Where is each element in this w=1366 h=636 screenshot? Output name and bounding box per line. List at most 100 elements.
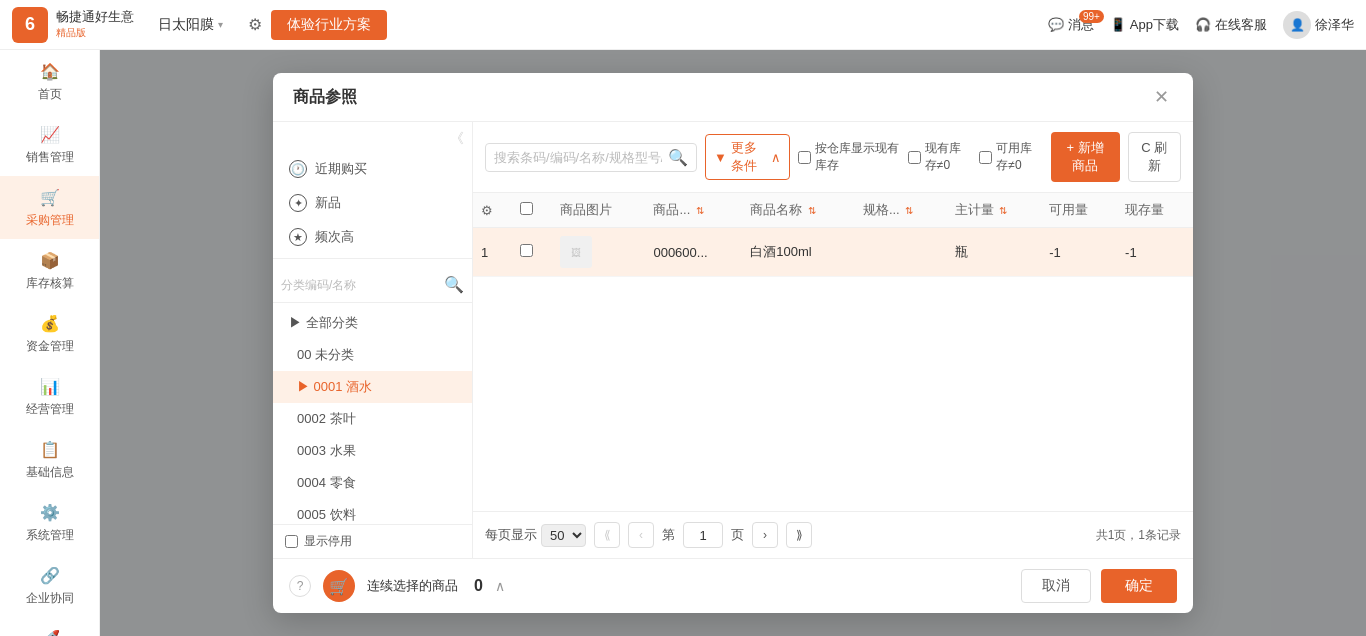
collab-icon: 🔗 <box>39 564 61 586</box>
collapse-arrow-icon[interactable]: ∧ <box>495 578 505 594</box>
close-button[interactable]: ✕ <box>1149 85 1173 109</box>
sidebar-label-collab: 企业协同 <box>26 590 74 607</box>
sidebar-item-collab[interactable]: 🔗 企业协同 <box>0 554 99 617</box>
left-nav-frequent[interactable]: ★ 频次高 <box>273 220 472 254</box>
sidebar-label-inventory: 库存核算 <box>26 275 74 292</box>
sidebar-item-inventory[interactable]: 📦 库存核算 <box>0 239 99 302</box>
modal-left-panel: 《 🕐 近期购买 ✦ 新品 ★ <box>273 122 473 558</box>
sidebar-item-operations[interactable]: 📊 经营管理 <box>0 365 99 428</box>
sort-unit-icon[interactable]: ⇅ <box>999 205 1007 216</box>
sidebar-item-finance[interactable]: 💰 资金管理 <box>0 302 99 365</box>
sidebar-label-purchase: 采购管理 <box>26 212 74 229</box>
help-button[interactable]: ? <box>289 575 311 597</box>
table-row[interactable]: 1 🖼 000600... <box>473 228 1193 277</box>
basics-icon: 📋 <box>39 438 61 460</box>
col-spec-label: 规格... <box>863 202 900 217</box>
modal-pagination: 每页显示 50 ⟪ ‹ 第 页 › ⟫ <box>473 511 1193 558</box>
headset-icon: 🎧 <box>1195 17 1211 32</box>
refresh-button[interactable]: C 刷新 <box>1128 132 1182 182</box>
left-nav-new-label: 新品 <box>315 194 341 212</box>
modal-header: 商品参照 ✕ <box>273 73 1193 122</box>
cat-item-tea[interactable]: 0002 茶叶 <box>273 403 472 435</box>
category-search-input[interactable] <box>281 278 440 292</box>
col-code: 商品... ⇅ <box>645 193 742 228</box>
nav-service[interactable]: 🎧 在线客服 <box>1195 16 1267 34</box>
sidebar-item-system[interactable]: ⚙️ 系统管理 <box>0 491 99 554</box>
show-disabled-checkbox[interactable] <box>285 535 298 548</box>
sidebar-item-home[interactable]: 🏠 首页 <box>0 50 99 113</box>
sidebar-item-basics[interactable]: 📋 基础信息 <box>0 428 99 491</box>
trial-button[interactable]: 体验行业方案 <box>271 10 387 40</box>
nav-user[interactable]: 👤 徐泽华 <box>1283 11 1354 39</box>
modal-left-footer: 显示停用 <box>273 524 472 558</box>
cell-available: -1 <box>1041 228 1117 277</box>
cat-item-snack-label: 0004 零食 <box>297 474 356 492</box>
cat-item-uncat[interactable]: 00 未分类 <box>273 339 472 371</box>
cat-item-all[interactable]: ▶ 全部分类 <box>273 307 472 339</box>
category-search-icon[interactable]: 🔍 <box>444 275 464 294</box>
modal-overlay: 商品参照 ✕ 《 🕐 近期购买 <box>100 50 1366 636</box>
product-table: ⚙ 商品图片 商品... ⇅ <box>473 193 1193 277</box>
col-available: 可用量 <box>1041 193 1117 228</box>
user-name: 徐泽华 <box>1315 16 1354 34</box>
nav-message[interactable]: 💬 消息 99+ <box>1048 16 1094 34</box>
confirm-button[interactable]: 确定 <box>1101 569 1177 603</box>
clock-icon: 🕐 <box>289 160 307 178</box>
prev-page-button[interactable]: ‹ <box>628 522 654 548</box>
per-page-label: 每页显示 <box>485 526 537 544</box>
first-page-button[interactable]: ⟪ <box>594 522 620 548</box>
nav-gear-button[interactable]: ⚙ <box>239 9 271 41</box>
guide-icon: 🚀 <box>39 627 61 636</box>
search-icon[interactable]: 🔍 <box>668 148 688 167</box>
cart-button[interactable]: 🛒 <box>323 570 355 602</box>
nav-app-download[interactable]: 📱 App下载 <box>1110 16 1179 34</box>
nav-dropdown[interactable]: 日太阳膜 ▾ <box>142 0 239 50</box>
cat-item-liquor[interactable]: ▶ 0001 酒水 <box>273 371 472 403</box>
next-page-button[interactable]: › <box>752 522 778 548</box>
collapse-left-button[interactable]: 《 <box>450 130 464 148</box>
operations-icon: 📊 <box>39 375 61 397</box>
system-icon: ⚙️ <box>39 501 61 523</box>
page-input[interactable] <box>683 522 723 548</box>
cat-item-drink[interactable]: 0005 饮料 <box>273 499 472 524</box>
cell-name: 白酒100ml <box>742 228 855 277</box>
nav-right: 💬 消息 99+ 📱 App下载 🎧 在线客服 👤 徐泽华 <box>1048 11 1354 39</box>
select-all-checkbox[interactable] <box>520 202 533 215</box>
cat-item-snack[interactable]: 0004 零食 <box>273 467 472 499</box>
sidebar-label-home: 首页 <box>38 86 62 103</box>
sidebar-item-guide[interactable]: 🚀 新手引导 <box>0 617 99 636</box>
sort-name-icon[interactable]: ⇅ <box>808 205 816 216</box>
sidebar-item-sales[interactable]: 📈 销售管理 <box>0 113 99 176</box>
filter-button[interactable]: ▼ 更多条件 ∧ <box>705 134 790 180</box>
content-area: 商品参照 ✕ 《 🕐 近期购买 <box>100 50 1366 636</box>
show-disabled-label: 显示停用 <box>304 533 352 550</box>
product-search-input[interactable] <box>494 150 662 165</box>
available-nonzero-filter: 可用库存≠0 <box>979 140 1043 174</box>
cancel-button[interactable]: 取消 <box>1021 569 1091 603</box>
table-scroll[interactable]: ⚙ 商品图片 商品... ⇅ <box>473 193 1193 511</box>
row-checkbox[interactable] <box>520 244 533 257</box>
cat-item-fruit-label: 0003 水果 <box>297 442 356 460</box>
sidebar-label-sales: 销售管理 <box>26 149 74 166</box>
warehouse-label: 按仓库显示现有库存 <box>815 140 900 174</box>
col-code-label: 商品... <box>653 202 690 217</box>
available-nonzero-checkbox[interactable] <box>979 151 992 164</box>
top-nav: 6 畅捷通好生意 精品版 日太阳膜 ▾ ⚙ 体验行业方案 💬 消息 99+ 📱 … <box>0 0 1366 50</box>
sort-spec-icon[interactable]: ⇅ <box>905 205 913 216</box>
nav-service-label: 在线客服 <box>1215 16 1267 34</box>
sidebar-item-purchase[interactable]: 🛒 采购管理 <box>0 176 99 239</box>
sort-code-icon[interactable]: ⇅ <box>696 205 704 216</box>
stock-nonzero-checkbox[interactable] <box>908 151 921 164</box>
left-nav-new[interactable]: ✦ 新品 <box>273 186 472 220</box>
modal-toolbar: 🔍 ▼ 更多条件 ∧ 按仓库显示现有库存 <box>473 122 1193 193</box>
last-page-button[interactable]: ⟫ <box>786 522 812 548</box>
settings-icon[interactable]: ⚙ <box>481 203 493 218</box>
page-size-select[interactable]: 50 <box>541 524 586 547</box>
add-product-button[interactable]: + 新增商品 <box>1051 132 1120 182</box>
left-nav-recent[interactable]: 🕐 近期购买 <box>273 152 472 186</box>
main-layout: 🏠 首页 📈 销售管理 🛒 采购管理 📦 库存核算 💰 资金管理 📊 经营管理 … <box>0 50 1366 636</box>
cat-item-fruit[interactable]: 0003 水果 <box>273 435 472 467</box>
category-search: 🔍 <box>273 267 472 303</box>
warehouse-checkbox[interactable] <box>798 151 811 164</box>
col-unit-label: 主计量 <box>955 202 994 217</box>
